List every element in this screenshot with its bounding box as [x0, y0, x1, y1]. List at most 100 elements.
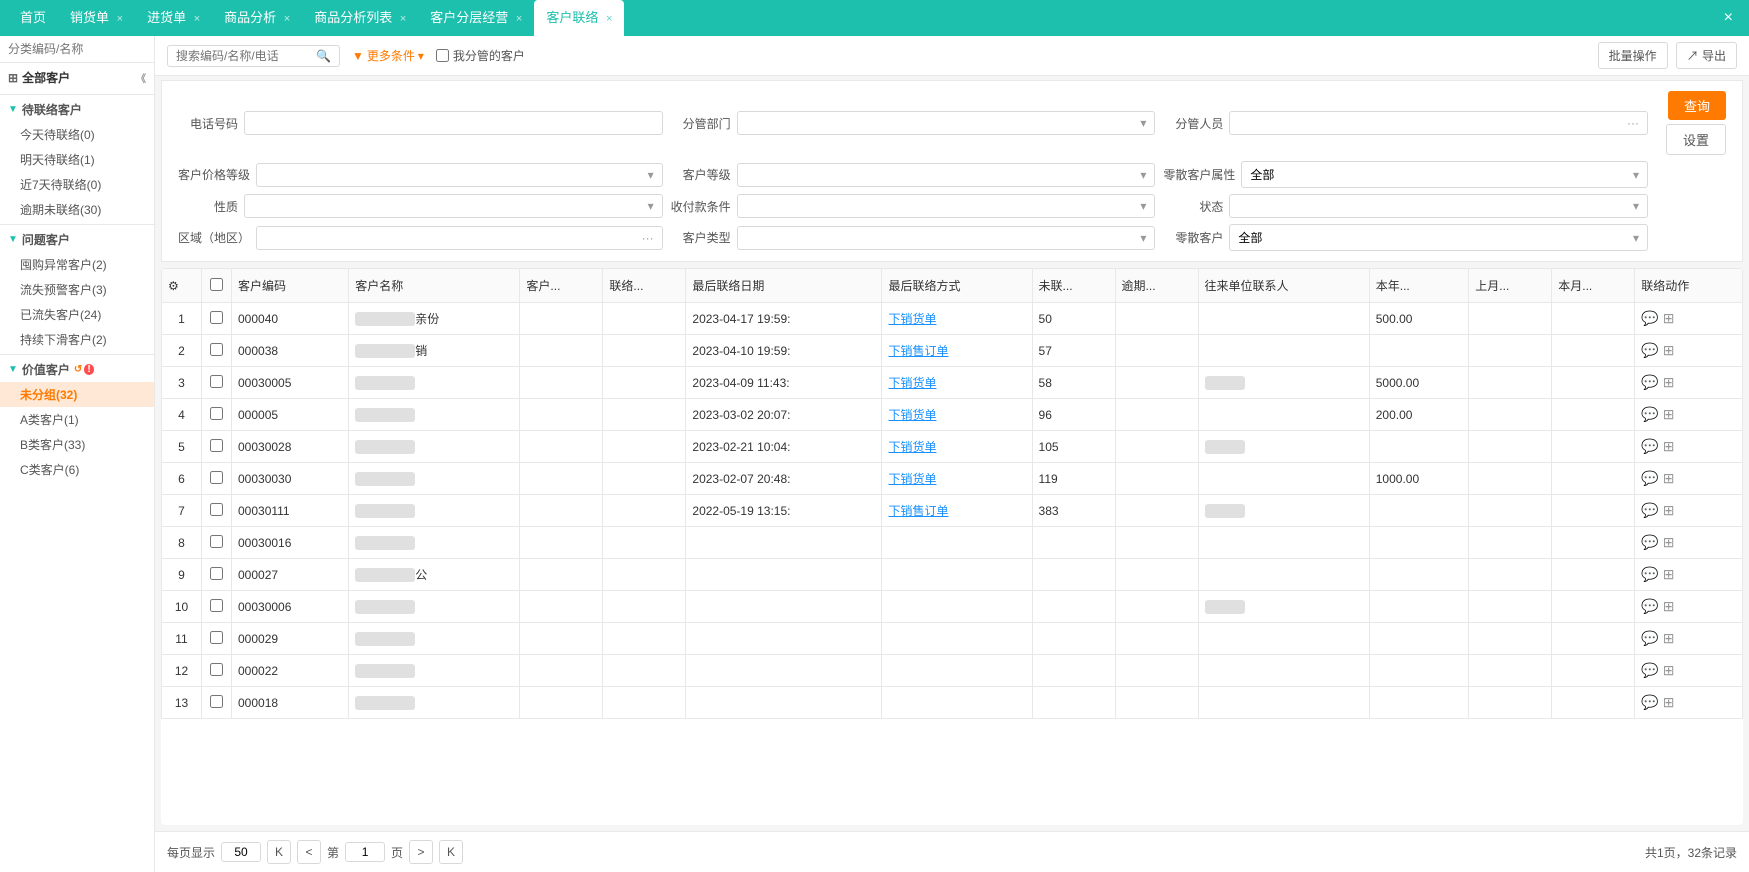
grid-action-icon[interactable]: ⊞: [1663, 406, 1675, 423]
sidebar-item-class-b[interactable]: B类客户(33): [0, 432, 154, 457]
export-button[interactable]: ↗ 导出: [1676, 42, 1737, 69]
status-select[interactable]: ▾: [1229, 194, 1648, 218]
grid-action-icon[interactable]: ⊞: [1663, 662, 1675, 679]
close-product-analysis-tab[interactable]: ×: [284, 13, 290, 25]
cell-check[interactable]: [202, 399, 232, 431]
scatter-select[interactable]: 全部 ▾: [1229, 224, 1648, 251]
sidebar-item-ungroup[interactable]: 未分组(32): [0, 382, 154, 407]
row-checkbox[interactable]: [210, 503, 223, 516]
sidebar-item-week[interactable]: 近7天待联络(0): [0, 172, 154, 197]
chat-icon[interactable]: 💬: [1641, 470, 1658, 487]
nav-product-analysis[interactable]: 商品分析 ×: [212, 0, 302, 36]
row-checkbox[interactable]: [210, 663, 223, 676]
chat-icon[interactable]: 💬: [1641, 662, 1658, 679]
close-contact-tab[interactable]: ×: [606, 13, 612, 25]
row-checkbox[interactable]: [210, 343, 223, 356]
sidebar-item-tomorrow[interactable]: 明天待联络(1): [0, 147, 154, 172]
close-purchase-tab[interactable]: ×: [194, 13, 200, 25]
sidebar-item-churned[interactable]: 已流失客户(24): [0, 302, 154, 327]
customer-type-select[interactable]: ▾: [737, 226, 1156, 250]
query-button[interactable]: 查询: [1668, 91, 1726, 120]
last-method-link[interactable]: 下销货单: [888, 408, 936, 422]
sidebar-group-problem[interactable]: ▼ 问题客户: [0, 227, 154, 252]
grid-action-icon[interactable]: ⊞: [1663, 566, 1675, 583]
cell-check[interactable]: [202, 655, 232, 687]
more-conditions[interactable]: ▼ 更多条件 ▾: [352, 47, 424, 64]
grid-action-icon[interactable]: ⊞: [1663, 470, 1675, 487]
phone-input[interactable]: [244, 111, 663, 135]
page-input[interactable]: 1: [345, 842, 385, 862]
search-icon[interactable]: 🔍: [316, 49, 331, 63]
chat-icon[interactable]: 💬: [1641, 566, 1658, 583]
check-all[interactable]: [210, 278, 223, 291]
grid-action-icon[interactable]: ⊞: [1663, 438, 1675, 455]
chat-icon[interactable]: 💬: [1641, 406, 1658, 423]
row-checkbox[interactable]: [210, 599, 223, 612]
close-product-list-tab[interactable]: ×: [400, 13, 406, 25]
table-container[interactable]: ⚙ 客户编码 客户名称 客户... 联络... 最后联络日期 最后联络方式 未联…: [161, 268, 1743, 825]
cell-check[interactable]: [202, 431, 232, 463]
sidebar-item-class-a[interactable]: A类客户(1): [0, 407, 154, 432]
row-checkbox[interactable]: [210, 439, 223, 452]
grid-action-icon[interactable]: ⊞: [1663, 630, 1675, 647]
last-page-btn[interactable]: K: [439, 840, 463, 864]
row-checkbox[interactable]: [210, 631, 223, 644]
nature-select[interactable]: ▾: [244, 194, 663, 218]
last-method-link[interactable]: 下销货单: [888, 472, 936, 486]
grid-action-icon[interactable]: ⊞: [1663, 502, 1675, 519]
last-method-link[interactable]: 下销货单: [888, 440, 936, 454]
row-checkbox[interactable]: [210, 567, 223, 580]
chat-icon[interactable]: 💬: [1641, 438, 1658, 455]
cell-check[interactable]: [202, 591, 232, 623]
cell-check[interactable]: [202, 335, 232, 367]
sidebar-item-churn-warning[interactable]: 流失预警客户(3): [0, 277, 154, 302]
cell-check[interactable]: [202, 687, 232, 719]
prev-page-btn[interactable]: <: [297, 840, 321, 864]
dept-select[interactable]: ▾: [737, 111, 1156, 135]
close-all-button[interactable]: ×: [1716, 9, 1741, 27]
grid-action-icon[interactable]: ⊞: [1663, 598, 1675, 615]
grid-action-icon[interactable]: ⊞: [1663, 374, 1675, 391]
sidebar-item-class-c[interactable]: C类客户(6): [0, 457, 154, 482]
grid-action-icon[interactable]: ⊞: [1663, 342, 1675, 359]
reset-button[interactable]: 设置: [1666, 124, 1726, 155]
region-select[interactable]: ···: [256, 226, 663, 250]
sidebar-collapse-icon[interactable]: 《: [136, 70, 146, 85]
last-method-link[interactable]: 下销售订单: [888, 504, 948, 518]
grid-action-icon[interactable]: ⊞: [1663, 534, 1675, 551]
sidebar-item-declining[interactable]: 持续下滑客户(2): [0, 327, 154, 352]
nav-customer-contact[interactable]: 客户联络 ×: [534, 0, 624, 36]
th-check[interactable]: [202, 269, 232, 303]
my-customers-filter[interactable]: 我分管的客户: [436, 47, 525, 64]
last-method-link[interactable]: 下销货单: [888, 312, 936, 326]
chat-icon[interactable]: 💬: [1641, 310, 1658, 327]
chat-icon[interactable]: 💬: [1641, 630, 1658, 647]
sidebar-item-overdue[interactable]: 逾期未联络(30): [0, 197, 154, 222]
sidebar-search-input[interactable]: [8, 42, 155, 56]
my-customers-checkbox[interactable]: [436, 49, 449, 62]
nav-customer-tiering[interactable]: 客户分层经营 ×: [418, 0, 534, 36]
first-page-btn[interactable]: K: [267, 840, 291, 864]
refresh-icon[interactable]: ↺: [74, 364, 82, 375]
cell-check[interactable]: [202, 559, 232, 591]
last-method-link[interactable]: 下销售订单: [888, 344, 948, 358]
search-input[interactable]: [176, 49, 316, 63]
row-checkbox[interactable]: [210, 535, 223, 548]
row-checkbox[interactable]: [210, 311, 223, 324]
nav-home[interactable]: 首页: [8, 0, 58, 36]
chat-icon[interactable]: 💬: [1641, 598, 1658, 615]
sidebar-item-hoarding[interactable]: 囤购异常客户(2): [0, 252, 154, 277]
chat-icon[interactable]: 💬: [1641, 342, 1658, 359]
last-method-link[interactable]: 下销货单: [888, 376, 936, 390]
scatter-attr-select[interactable]: 全部 ▾: [1241, 161, 1648, 188]
cell-check[interactable]: [202, 495, 232, 527]
customer-level-select[interactable]: ▾: [737, 163, 1156, 187]
sidebar-group-pending[interactable]: ▼ 待联络客户: [0, 97, 154, 122]
grid-action-icon[interactable]: ⊞: [1663, 694, 1675, 711]
cell-check[interactable]: [202, 367, 232, 399]
nav-product-analysis-list[interactable]: 商品分析列表 ×: [302, 0, 418, 36]
nav-sales[interactable]: 销货单 ×: [58, 0, 135, 36]
cell-check[interactable]: [202, 303, 232, 335]
row-checkbox[interactable]: [210, 407, 223, 420]
chat-icon[interactable]: 💬: [1641, 374, 1658, 391]
